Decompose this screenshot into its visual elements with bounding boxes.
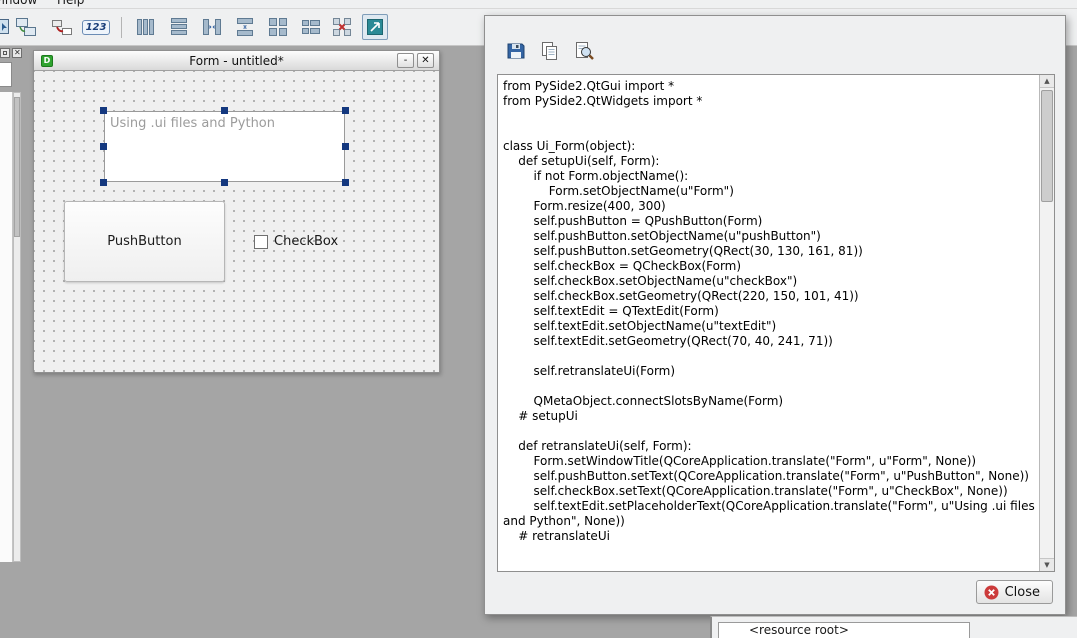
- layout-splitter-vertical-icon: [234, 16, 256, 38]
- float-icon: [3, 51, 7, 55]
- code-dialog-toolbar: [503, 38, 597, 64]
- qt-designer-screen: Window Help 123: [0, 0, 1077, 638]
- layout-form-icon: [300, 16, 322, 38]
- layout-vertical-icon: [168, 16, 190, 38]
- scroll-up-button[interactable]: ▲: [1040, 75, 1054, 88]
- close-icon: ✕: [14, 48, 21, 57]
- toolbar-separator: [121, 17, 122, 38]
- selection-handle[interactable]: [342, 143, 349, 150]
- edit-buddies-button[interactable]: [49, 14, 75, 40]
- edit-signals-icon: [15, 16, 37, 38]
- find-button[interactable]: [571, 38, 597, 64]
- dialog-close-button[interactable]: Close: [976, 580, 1053, 604]
- selection-handle[interactable]: [342, 179, 349, 186]
- selection-handle[interactable]: [221, 107, 228, 114]
- resource-browser-dock: <resource root>: [710, 616, 1077, 638]
- selection-handle[interactable]: [221, 179, 228, 186]
- selection-handle[interactable]: [100, 107, 107, 114]
- dock-float-button[interactable]: [0, 48, 10, 58]
- widgetbox-scrollbar-thumb[interactable]: [14, 97, 20, 237]
- menu-window[interactable]: Window: [0, 0, 37, 7]
- selection-handle[interactable]: [100, 143, 107, 150]
- code-text-area[interactable]: from PySide2.QtGui import * from PySide2…: [497, 74, 1055, 572]
- form-minimize-button[interactable]: -: [397, 53, 414, 68]
- selection-handle[interactable]: [100, 179, 107, 186]
- copy-button[interactable]: [537, 38, 563, 64]
- edit-taborder-icon: 123: [82, 20, 111, 35]
- widgetbox-panel: [0, 92, 13, 562]
- form-designer-window: D Form - untitled* - ✕ Using .ui files a…: [33, 50, 440, 373]
- menu-help[interactable]: Help: [57, 0, 84, 7]
- code-text[interactable]: from PySide2.QtGui import * from PySide2…: [498, 75, 1039, 571]
- checkbox-widget[interactable]: CheckBox: [254, 221, 355, 262]
- copy-icon: [539, 40, 561, 62]
- textedit-placeholder: Using .ui files and Python: [104, 111, 345, 182]
- textedit-widget[interactable]: Using .ui files and Python: [104, 111, 345, 182]
- edit-widgets-button[interactable]: [0, 14, 12, 40]
- layout-horizontal-icon: [135, 16, 157, 38]
- form-window-icon: D: [41, 55, 53, 67]
- layout-grid-button[interactable]: [265, 14, 291, 40]
- menubar: Window Help: [0, 0, 1077, 9]
- checkbox-label: CheckBox: [274, 234, 338, 249]
- dialog-close-label: Close: [1005, 585, 1040, 600]
- break-layout-button[interactable]: [329, 14, 355, 40]
- layout-splitter-vertical-button[interactable]: [232, 14, 258, 40]
- close-circle-icon: [984, 585, 999, 600]
- edit-widgets-icon: [0, 16, 10, 38]
- form-close-button[interactable]: ✕: [417, 53, 434, 68]
- layout-form-button[interactable]: [298, 14, 324, 40]
- code-scrollbar-thumb[interactable]: [1041, 90, 1053, 202]
- edit-buddies-icon: [51, 16, 73, 38]
- selection-handle[interactable]: [342, 107, 349, 114]
- adjust-size-button[interactable]: [362, 14, 388, 40]
- save-icon: [505, 40, 527, 62]
- scroll-down-button[interactable]: ▼: [1040, 558, 1054, 571]
- checkbox-indicator[interactable]: [254, 235, 268, 249]
- edit-taborder-button[interactable]: 123: [83, 14, 109, 40]
- layout-splitter-horizontal-icon: [201, 16, 223, 38]
- break-layout-icon: [331, 16, 353, 38]
- form-canvas[interactable]: Using .ui files and Python PushButton Ch…: [34, 71, 439, 372]
- layout-splitter-horizontal-button[interactable]: [199, 14, 225, 40]
- dock-close-button[interactable]: ✕: [12, 48, 22, 58]
- adjust-size-icon: [364, 16, 386, 38]
- save-button[interactable]: [503, 38, 529, 64]
- code-scrollbar[interactable]: ▲ ▼: [1039, 75, 1054, 571]
- resource-root-item[interactable]: <resource root>: [718, 622, 970, 638]
- code-preview-dialog: from PySide2.QtGui import * from PySide2…: [484, 15, 1066, 615]
- edit-signals-button[interactable]: [13, 14, 39, 40]
- layout-vertical-button[interactable]: [166, 14, 192, 40]
- find-icon: [573, 40, 595, 62]
- widgetbox-filter-input[interactable]: [0, 62, 12, 87]
- form-window-title: Form - untitled*: [34, 54, 439, 68]
- layout-horizontal-button[interactable]: [133, 14, 159, 40]
- widgetbox-scrollbar[interactable]: [13, 92, 21, 562]
- form-window-titlebar[interactable]: D Form - untitled* - ✕: [34, 51, 439, 71]
- layout-grid-icon: [267, 16, 289, 38]
- pushbutton-widget[interactable]: PushButton: [64, 201, 225, 282]
